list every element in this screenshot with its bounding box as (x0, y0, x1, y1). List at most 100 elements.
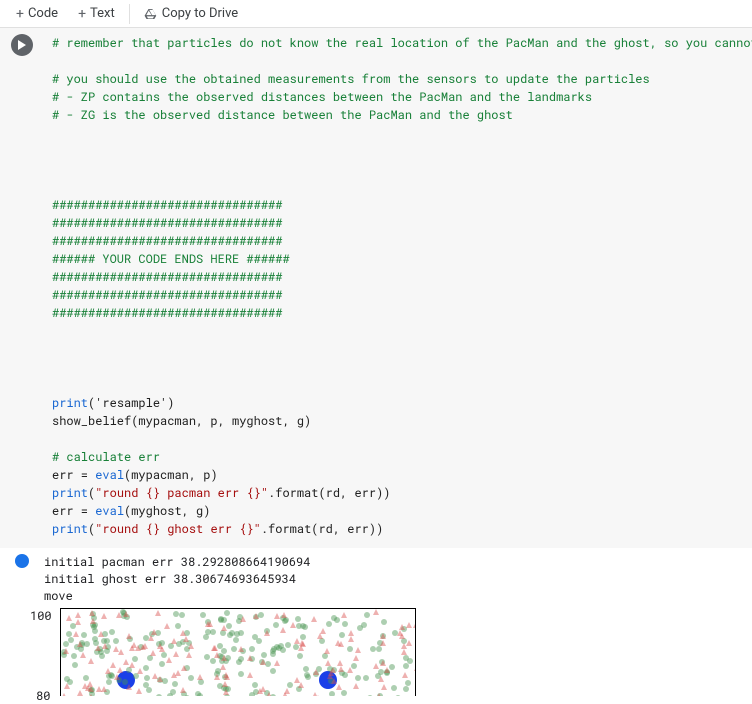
particle-green (334, 617, 340, 623)
particle-green (357, 625, 363, 631)
particle-pink (380, 660, 386, 666)
particle-pink (240, 616, 246, 622)
particle-green (210, 629, 216, 635)
particle-pink (223, 689, 229, 695)
particle-green (106, 679, 112, 685)
toolbar-separator (129, 4, 130, 24)
particle-pink (406, 640, 412, 646)
particle-pink (353, 655, 359, 661)
particle-green (71, 653, 77, 659)
particle-pink (373, 663, 379, 669)
output-line: initial pacman err 38.292808664190694 (44, 554, 310, 570)
particle-pink (102, 643, 108, 649)
particle-pink (96, 686, 102, 692)
particle-pink (126, 633, 132, 639)
code-string: "round {} pacman err {}" (95, 485, 268, 501)
particle-green (132, 656, 138, 662)
particle-pink (260, 686, 266, 692)
copy-to-drive-button[interactable]: Copy to Drive (134, 0, 248, 28)
particle-pink (220, 664, 226, 670)
particle-pink (205, 621, 211, 627)
particle-pink (401, 643, 407, 649)
add-text-button[interactable]: +Text (68, 0, 125, 28)
particle-pink (360, 696, 366, 697)
code-editor[interactable]: # remember that particles do not know th… (44, 28, 752, 548)
code-comment: ################################ (52, 215, 282, 231)
add-code-button[interactable]: +Code (6, 0, 68, 28)
particle-green (403, 686, 409, 692)
code-text: (myghost, g) (124, 503, 210, 519)
particle-pink (61, 693, 67, 696)
toolbar: +Code +Text Copy to Drive (0, 0, 752, 28)
particle-pink (142, 643, 148, 649)
particle-green (233, 637, 239, 643)
particle-pink (222, 681, 228, 687)
code-comment: # remember that particles do not know th… (52, 35, 752, 51)
particle-green (221, 648, 227, 654)
particle-green (258, 612, 264, 618)
particle-green (238, 671, 244, 677)
particle-green (302, 624, 308, 630)
particle-pink (123, 611, 129, 617)
particle-pink (290, 622, 296, 628)
particle-pink (197, 674, 203, 680)
output-indicator-icon (15, 554, 29, 568)
particle-green (188, 675, 194, 681)
particle-green (195, 691, 201, 697)
particle-green (224, 610, 230, 616)
particle-green (252, 634, 258, 640)
particle-green (285, 642, 291, 648)
particle-pink (221, 655, 227, 661)
particle-pink (373, 609, 379, 615)
particle-green (304, 672, 310, 678)
output-line: move (44, 588, 73, 604)
code-string: "round {} ghost err {}" (95, 521, 261, 537)
code-text: ('resample') (88, 395, 174, 411)
particle-green (297, 653, 303, 659)
code-fn: print (52, 485, 88, 501)
particle-pink (406, 622, 412, 628)
particle-green (220, 630, 226, 636)
particle-green (184, 695, 190, 696)
code-comment: # - ZP contains the observed distances b… (52, 89, 592, 105)
particle-green (296, 623, 302, 629)
particle-green (270, 651, 276, 657)
particle-pink (380, 640, 386, 646)
y-tick-label: 80 (36, 688, 50, 704)
code-text: err = (52, 503, 95, 519)
particle-green (280, 647, 286, 653)
particle-green (204, 654, 210, 660)
play-icon (17, 40, 27, 50)
plus-icon: + (78, 6, 86, 22)
run-cell-button[interactable] (11, 34, 33, 56)
particle-pink (77, 641, 83, 647)
code-comment: ################################ (52, 269, 282, 285)
particle-pink (348, 636, 354, 642)
code-text: .format(rd, err)) (261, 521, 383, 537)
code-fn: print (52, 521, 88, 537)
particle-pink (402, 672, 408, 678)
plot-figure: 100 80 (54, 608, 434, 698)
particle-pink (105, 668, 111, 674)
particle-green (198, 679, 204, 685)
particle-green (364, 612, 370, 618)
particle-pink (335, 640, 341, 646)
particle-pink (414, 665, 416, 671)
particle-pink (75, 612, 81, 618)
particle-green (231, 646, 237, 652)
particle-pink (264, 630, 270, 636)
particle-pink (238, 646, 244, 652)
particle-green (179, 612, 185, 618)
particle-green (167, 693, 173, 697)
particle-pink (381, 684, 387, 690)
particle-pink (274, 613, 280, 619)
particle-pink (90, 618, 96, 624)
particle-pink (313, 669, 319, 675)
particle-green (109, 629, 115, 635)
particle-pink (118, 649, 124, 655)
particle-pink (164, 623, 170, 629)
particle-green (81, 632, 87, 638)
y-tick-label: 100 (30, 608, 52, 625)
particle-green (203, 634, 209, 640)
particle-green (143, 665, 149, 671)
